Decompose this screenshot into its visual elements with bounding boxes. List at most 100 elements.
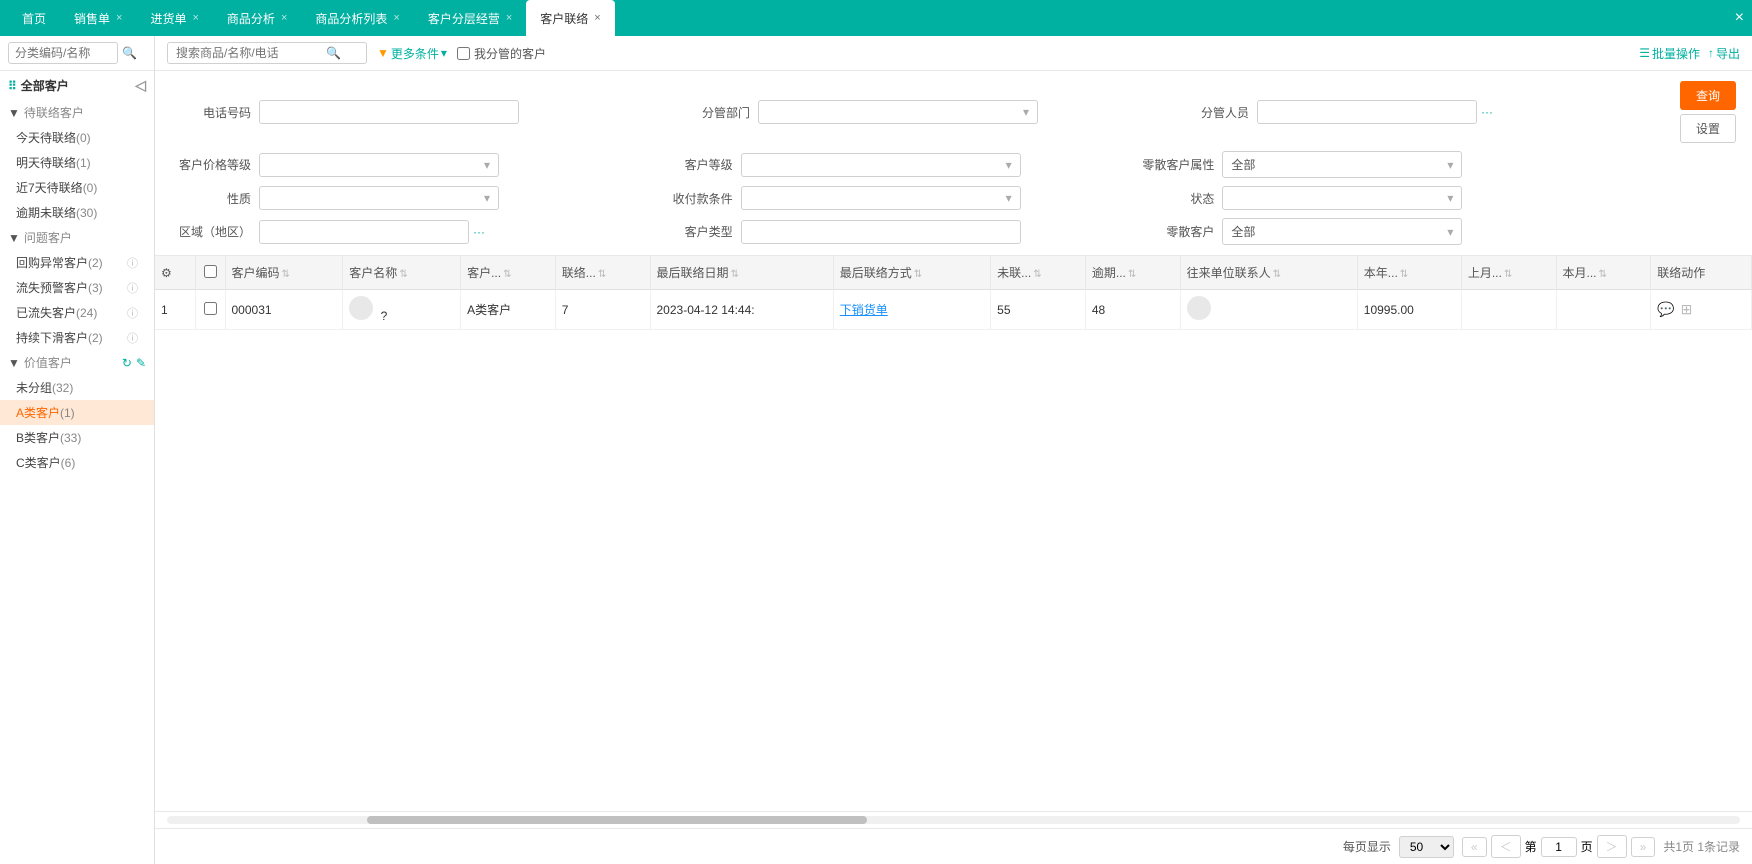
- chevron-down-icon: ▾: [1447, 225, 1453, 239]
- row-checkbox[interactable]: [204, 302, 217, 315]
- th-name: 客户名称⇅: [343, 256, 461, 290]
- settings-button[interactable]: 设置: [1680, 114, 1736, 143]
- filter-search-input[interactable]: [176, 46, 326, 60]
- row-last-contact-method[interactable]: 下销货单: [833, 290, 990, 330]
- close-icon[interactable]: ×: [116, 12, 122, 24]
- message-icon[interactable]: 💬: [1657, 301, 1674, 318]
- next-page-button[interactable]: ＞: [1597, 835, 1627, 858]
- sidebar-item-declining[interactable]: 持续下滑客户(2) ⓘ: [0, 325, 154, 350]
- row-last-contact-date: 2023-04-12 14:44:: [650, 290, 833, 330]
- sidebar-item-class-b[interactable]: B类客户(33): [0, 425, 154, 450]
- prev-page-button[interactable]: ＜: [1491, 835, 1521, 858]
- nav-item-customer-tier[interactable]: 客户分层经营 ×: [414, 0, 526, 36]
- link-icon[interactable]: ⊞: [1681, 301, 1693, 318]
- row-overdue: 48: [1085, 290, 1180, 330]
- nav-item-goods-analysis[interactable]: 商品分析 ×: [213, 0, 301, 36]
- nature-select[interactable]: ▾: [259, 186, 499, 210]
- close-icon[interactable]: ×: [393, 12, 399, 24]
- page-label: 第: [1525, 838, 1537, 855]
- triangle-icon: ▼: [8, 356, 20, 370]
- edit-icon[interactable]: ✎: [136, 356, 146, 370]
- pagination-bar: 每页显示 50 100 200 « ＜ 第 页 ＞ » 共1页 1条记录: [155, 828, 1752, 864]
- phone-field: 电话号码: [171, 100, 670, 124]
- th-gear[interactable]: ⚙: [155, 256, 195, 290]
- retail-customer-select[interactable]: 全部 ▾: [1222, 218, 1462, 245]
- status-select[interactable]: ▾: [1222, 186, 1462, 210]
- page-input[interactable]: [1541, 837, 1577, 857]
- region-dots[interactable]: ···: [473, 225, 485, 239]
- chevron-down-icon: ▾: [1006, 158, 1012, 172]
- row-index: 1: [155, 290, 195, 330]
- payment-select[interactable]: ▾: [741, 186, 1021, 210]
- all-customers-label: 全部客户: [21, 77, 69, 94]
- sidebar-item-class-c[interactable]: C类客户(6): [0, 450, 154, 475]
- th-contact: 联络...⇅: [555, 256, 650, 290]
- action-buttons: 查询 设置: [1680, 81, 1736, 143]
- manager-field: 分管人员 ···: [1169, 100, 1668, 124]
- region-input[interactable]: [259, 220, 469, 244]
- horizontal-scrollbar[interactable]: [155, 811, 1752, 828]
- filter-search-box: 🔍: [167, 42, 367, 64]
- sidebar-item-repurchase-abnormal[interactable]: 回购异常客户(2) ⓘ: [0, 250, 154, 275]
- first-page-button[interactable]: «: [1462, 837, 1487, 857]
- my-customers-checkbox[interactable]: 我分管的客户: [457, 45, 546, 62]
- per-page-select[interactable]: 50 100 200: [1399, 836, 1454, 858]
- chevron-down-icon: ▾: [484, 191, 490, 205]
- phone-input[interactable]: [259, 100, 519, 124]
- nav-item-sales[interactable]: 销售单 ×: [60, 0, 136, 36]
- sidebar-item-overdue[interactable]: 逾期未联络(30): [0, 200, 154, 225]
- dept-select[interactable]: ▾: [758, 100, 1038, 124]
- filter-bar: 🔍 ▼ 更多条件 ▾ 我分管的客户 ☰ 批量操作 ↑ 导出: [155, 36, 1752, 71]
- scrollbar-thumb[interactable]: [367, 816, 867, 824]
- batch-op-button[interactable]: ☰ 批量操作: [1639, 45, 1700, 62]
- avatar: [349, 296, 373, 320]
- price-level-select[interactable]: ▾: [259, 153, 499, 177]
- sidebar-item-already-lost[interactable]: 已流失客户(24) ⓘ: [0, 300, 154, 325]
- manager-dots[interactable]: ···: [1481, 105, 1493, 119]
- more-conditions-button[interactable]: ▼ 更多条件 ▾: [377, 45, 447, 62]
- nav-item-customer-contact[interactable]: 客户联络 ×: [526, 0, 614, 36]
- sidebar-item-week-pending[interactable]: 近7天待联络(0): [0, 175, 154, 200]
- nav-item-purchase[interactable]: 进货单 ×: [136, 0, 212, 36]
- sidebar-item-tomorrow-pending[interactable]: 明天待联络(1): [0, 150, 154, 175]
- sidebar-search-input[interactable]: [8, 42, 118, 64]
- th-uncontacted: 未联...⇅: [991, 256, 1086, 290]
- chevron-down-icon: ▾: [484, 158, 490, 172]
- query-button[interactable]: 查询: [1680, 81, 1736, 110]
- sidebar-item-ungrouped[interactable]: 未分组(32): [0, 375, 154, 400]
- select-all-checkbox[interactable]: [204, 265, 217, 278]
- close-all-button[interactable]: ×: [1735, 9, 1744, 27]
- sidebar-item-class-a[interactable]: A类客户(1): [0, 400, 154, 425]
- row-checkbox-cell[interactable]: [195, 290, 225, 330]
- info-icon: ⓘ: [127, 280, 138, 296]
- dept-field: 分管部门 ▾: [670, 100, 1169, 124]
- refresh-icon[interactable]: ↻: [122, 356, 132, 370]
- close-icon[interactable]: ×: [281, 12, 287, 24]
- filter-icon: ▼: [377, 46, 389, 60]
- sidebar-item-loss-warning[interactable]: 流失预警客户(3) ⓘ: [0, 275, 154, 300]
- my-customers-check[interactable]: [457, 47, 470, 60]
- manager-input[interactable]: [1257, 100, 1477, 124]
- close-icon[interactable]: ×: [506, 12, 512, 24]
- top-nav: 首页 销售单 × 进货单 × 商品分析 × 商品分析列表 × 客户分层经营 × …: [0, 0, 1752, 36]
- region-field: 区域（地区） ···: [171, 220, 653, 244]
- retail-attr-select[interactable]: 全部 ▾: [1222, 151, 1462, 178]
- all-customers-header[interactable]: ⠿ 全部客户 ◁: [0, 71, 154, 100]
- th-checkbox[interactable]: [195, 256, 225, 290]
- export-button[interactable]: ↑ 导出: [1708, 45, 1740, 62]
- sidebar-search-icon[interactable]: 🔍: [122, 46, 137, 60]
- last-page-button[interactable]: »: [1631, 837, 1656, 857]
- nav-item-goods-analysis-list[interactable]: 商品分析列表 ×: [301, 0, 413, 36]
- close-icon[interactable]: ×: [192, 12, 198, 24]
- sidebar-item-today-pending[interactable]: 今天待联络(0): [0, 125, 154, 150]
- filter-search-icon[interactable]: 🔍: [326, 46, 341, 60]
- customer-type-input[interactable]: [741, 220, 1021, 244]
- nav-item-home[interactable]: 首页: [8, 0, 60, 36]
- info-icon: ⓘ: [127, 305, 138, 321]
- collapse-icon[interactable]: ◁: [135, 77, 146, 94]
- advanced-filter-panel: 电话号码 分管部门 ▾ 分管人员: [155, 71, 1752, 256]
- customer-level-select[interactable]: ▾: [741, 153, 1021, 177]
- chevron-down-icon: ▾: [1006, 191, 1012, 205]
- th-previous-contact: 往来单位联系人⇅: [1180, 256, 1357, 290]
- close-icon[interactable]: ×: [594, 12, 600, 24]
